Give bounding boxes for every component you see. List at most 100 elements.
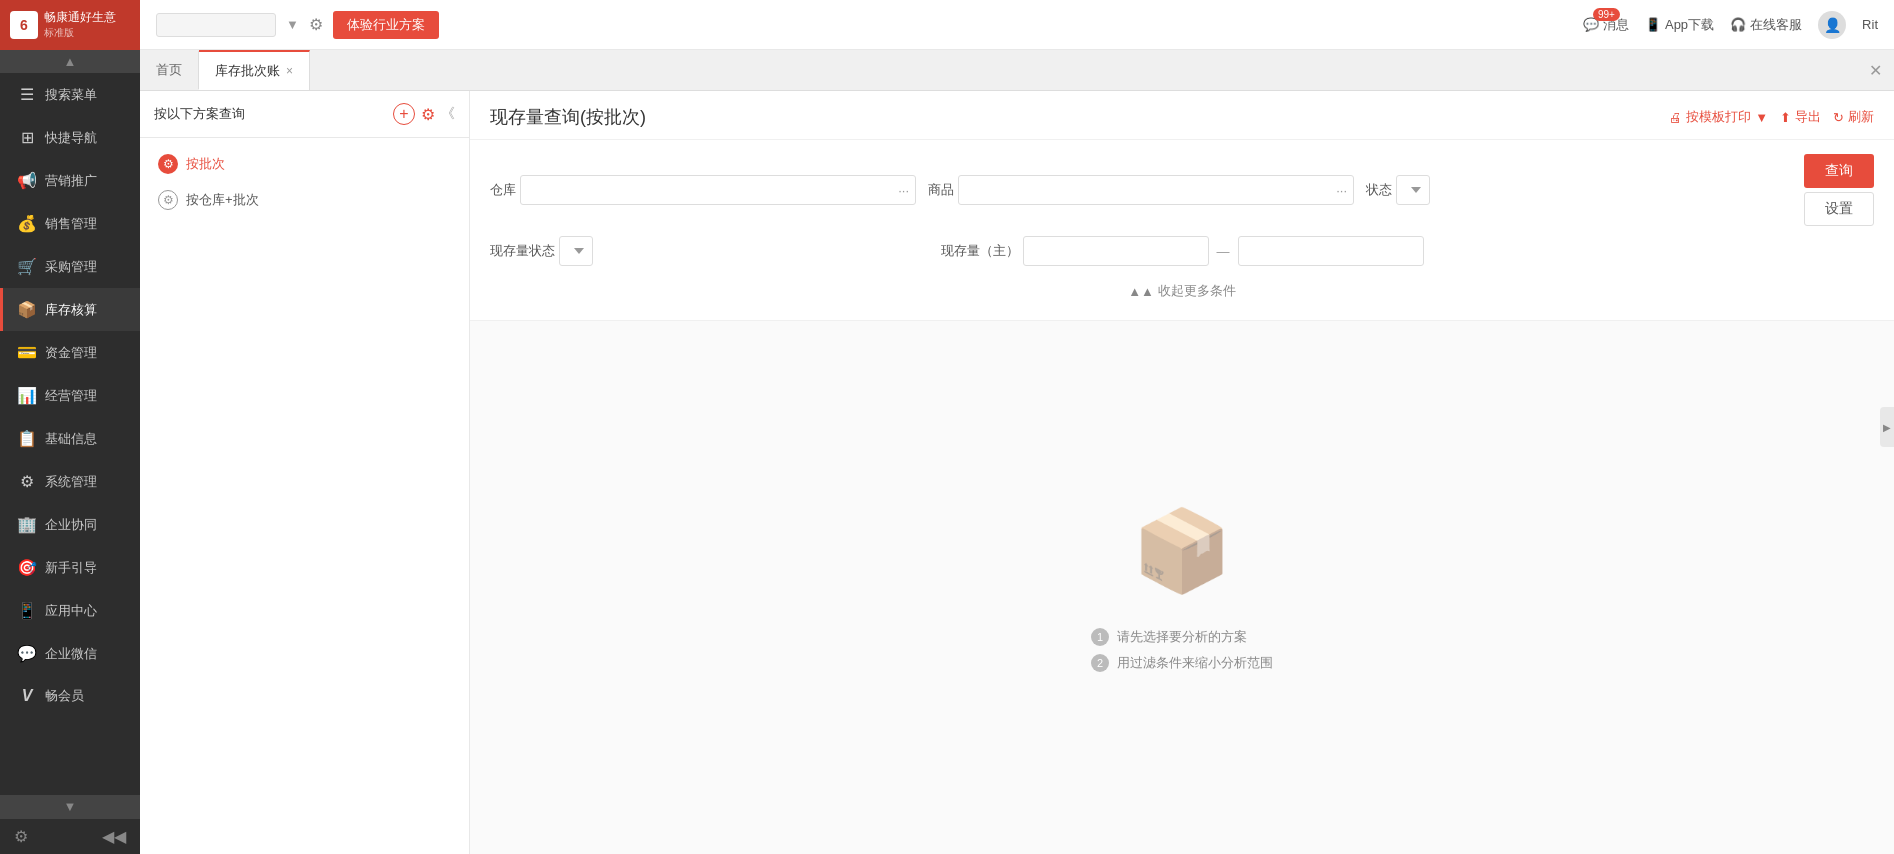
home-tab-label: 首页: [156, 61, 182, 79]
goods-more-icon[interactable]: ···: [1330, 183, 1353, 198]
print-dropdown-icon[interactable]: ▼: [1755, 110, 1768, 125]
status-field: 状态: [1366, 175, 1792, 205]
sidebar-item-label: 搜索菜单: [45, 86, 97, 104]
page-header: 现存量查询(按批次) 🖨 按模板打印 ▼ ⬆ 导出 ↻ 刷新: [470, 91, 1894, 140]
system-icon: ⚙: [17, 472, 37, 491]
page-title: 现存量查询(按批次): [490, 105, 646, 129]
filter-actions: + ⚙ 《: [393, 103, 455, 125]
app-icon: 📱: [1645, 17, 1661, 32]
settings-button[interactable]: 设置: [1804, 192, 1874, 226]
query-btn-group: 查询 设置: [1804, 154, 1874, 226]
settings-footer-icon[interactable]: ⚙: [14, 827, 28, 846]
collapse-footer-icon[interactable]: ◀◀: [102, 827, 126, 846]
sidebar-item-sales[interactable]: 💰 销售管理: [0, 202, 140, 245]
warehouse-label: 仓库: [490, 181, 516, 199]
topbar-username[interactable]: Rit: [1862, 17, 1878, 32]
inventory-qty-to-input[interactable]: [1238, 236, 1424, 266]
sidebar-item-system[interactable]: ⚙ 系统管理: [0, 460, 140, 503]
form-row-1: 仓库 ··· 商品 ··· 状态: [490, 154, 1874, 226]
goods-field: 商品 ···: [928, 175, 1354, 205]
collapse-up-icon: ▲▲: [1128, 284, 1154, 299]
filter-item-warehouse-batch[interactable]: ⚙ 按仓库+批次: [140, 182, 469, 218]
status-label: 状态: [1366, 181, 1392, 199]
query-button[interactable]: 查询: [1804, 154, 1874, 188]
filter-item-batch-label: 按批次: [186, 155, 225, 173]
filter-title: 按以下方案查询: [154, 105, 245, 123]
tab-close-icon[interactable]: ×: [286, 64, 293, 78]
sidebar-item-label: 销售管理: [45, 215, 97, 233]
scroll-up-indicator[interactable]: ▲: [0, 50, 140, 73]
filter-setting-icon[interactable]: ⚙: [421, 105, 435, 124]
collapse-more[interactable]: ▲▲ 收起更多条件: [490, 276, 1874, 306]
avatar-icon: 👤: [1824, 17, 1841, 33]
tip-text-2: 用过滤条件来缩小分析范围: [1117, 654, 1273, 672]
goods-input[interactable]: [959, 183, 1330, 198]
print-button[interactable]: 🖨 按模板打印 ▼: [1669, 108, 1768, 126]
filter-item-batch[interactable]: ⚙ 按批次: [140, 146, 469, 182]
sidebar-item-purchase[interactable]: 🛒 采购管理: [0, 245, 140, 288]
sidebar-item-operations[interactable]: 📊 经营管理: [0, 374, 140, 417]
export-icon: ⬆: [1780, 110, 1791, 125]
sidebar-item-basic[interactable]: 📋 基础信息: [0, 417, 140, 460]
collapse-label: 收起更多条件: [1158, 282, 1236, 300]
batch-icon: ⚙: [158, 154, 178, 174]
empty-illustration: 📦: [1132, 504, 1232, 598]
sidebar-item-marketing[interactable]: 📢 营销推广: [0, 159, 140, 202]
scroll-down-indicator[interactable]: ▼: [0, 795, 140, 818]
panel-close-button[interactable]: ✕: [1857, 50, 1894, 90]
sidebar-item-inventory[interactable]: 📦 库存核算: [0, 288, 140, 331]
warehouse-batch-icon: ⚙: [158, 190, 178, 210]
tab-home[interactable]: 首页: [140, 51, 199, 89]
app-label: App下载: [1665, 16, 1714, 34]
status-select[interactable]: [1396, 175, 1430, 205]
topbar-app-download[interactable]: 📱 App下载: [1645, 16, 1714, 34]
active-tab-label: 库存批次账: [215, 62, 280, 80]
right-panel-collapse[interactable]: ▶: [1880, 407, 1894, 447]
sidebar-item-search[interactable]: ☰ 搜索菜单: [0, 73, 140, 116]
sidebar-item-label: 资金管理: [45, 344, 97, 362]
enterprise-icon: 🏢: [17, 515, 37, 534]
topbar-search-input[interactable]: [156, 13, 276, 37]
sidebar-item-label: 基础信息: [45, 430, 97, 448]
service-icon: 🎧: [1730, 17, 1746, 32]
tip-num-2: 2: [1091, 654, 1109, 672]
app-logo: 6: [10, 11, 38, 39]
marketing-icon: 📢: [17, 171, 37, 190]
basic-icon: 📋: [17, 429, 37, 448]
export-button[interactable]: ⬆ 导出: [1780, 108, 1821, 126]
sidebar-item-enterprise[interactable]: 🏢 企业协同: [0, 503, 140, 546]
topbar-right: 💬 消息 99+ 📱 App下载 🎧 在线客服 👤 Rit: [1583, 11, 1878, 39]
purchase-icon: 🛒: [17, 257, 37, 276]
tab-inventory-batch[interactable]: 库存批次账 ×: [199, 50, 310, 90]
tip-text-1: 请先选择要分析的方案: [1117, 628, 1247, 646]
sidebar-item-finance[interactable]: 💳 资金管理: [0, 331, 140, 374]
refresh-button[interactable]: ↻ 刷新: [1833, 108, 1874, 126]
inventory-icon: 📦: [17, 300, 37, 319]
qty-separator: —: [1213, 244, 1234, 259]
inventory-qty-label: 现存量（主）: [941, 242, 1019, 260]
empty-tips: 1 请先选择要分析的方案 2 用过滤条件来缩小分析范围: [1091, 628, 1273, 672]
sidebar-item-member[interactable]: V 畅会员: [0, 675, 140, 717]
topbar-gear-icon[interactable]: ⚙: [309, 15, 323, 34]
topbar-online-service[interactable]: 🎧 在线客服: [1730, 16, 1802, 34]
goods-input-wrapper: ···: [958, 175, 1354, 205]
topbar-chevron-icon[interactable]: ▼: [286, 17, 299, 32]
sidebar: 6 畅康通好生意 标准版 ▲ ☰ 搜索菜单 ⊞ 快捷导航 📢 营销推广 💰 销售…: [0, 0, 140, 854]
sidebar-item-app-center[interactable]: 📱 应用中心: [0, 589, 140, 632]
inventory-status-select[interactable]: [559, 236, 593, 266]
user-avatar[interactable]: 👤: [1818, 11, 1846, 39]
header-actions: 🖨 按模板打印 ▼ ⬆ 导出 ↻ 刷新: [1669, 108, 1874, 126]
sidebar-item-quick-nav[interactable]: ⊞ 快捷导航: [0, 116, 140, 159]
inventory-qty-from-input[interactable]: [1023, 236, 1209, 266]
sidebar-item-wechat[interactable]: 💬 企业微信: [0, 632, 140, 675]
warehouse-input[interactable]: [521, 183, 892, 198]
sidebar-item-label: 采购管理: [45, 258, 97, 276]
sidebar-item-label: 系统管理: [45, 473, 97, 491]
filter-add-button[interactable]: +: [393, 103, 415, 125]
topbar-message[interactable]: 💬 消息 99+: [1583, 16, 1629, 34]
filter-collapse-icon[interactable]: 《: [441, 105, 455, 123]
sidebar-item-guide[interactable]: 🎯 新手引导: [0, 546, 140, 589]
warehouse-more-icon[interactable]: ···: [892, 183, 915, 198]
sidebar-header: 6 畅康通好生意 标准版: [0, 0, 140, 50]
experience-button[interactable]: 体验行业方案: [333, 11, 439, 39]
